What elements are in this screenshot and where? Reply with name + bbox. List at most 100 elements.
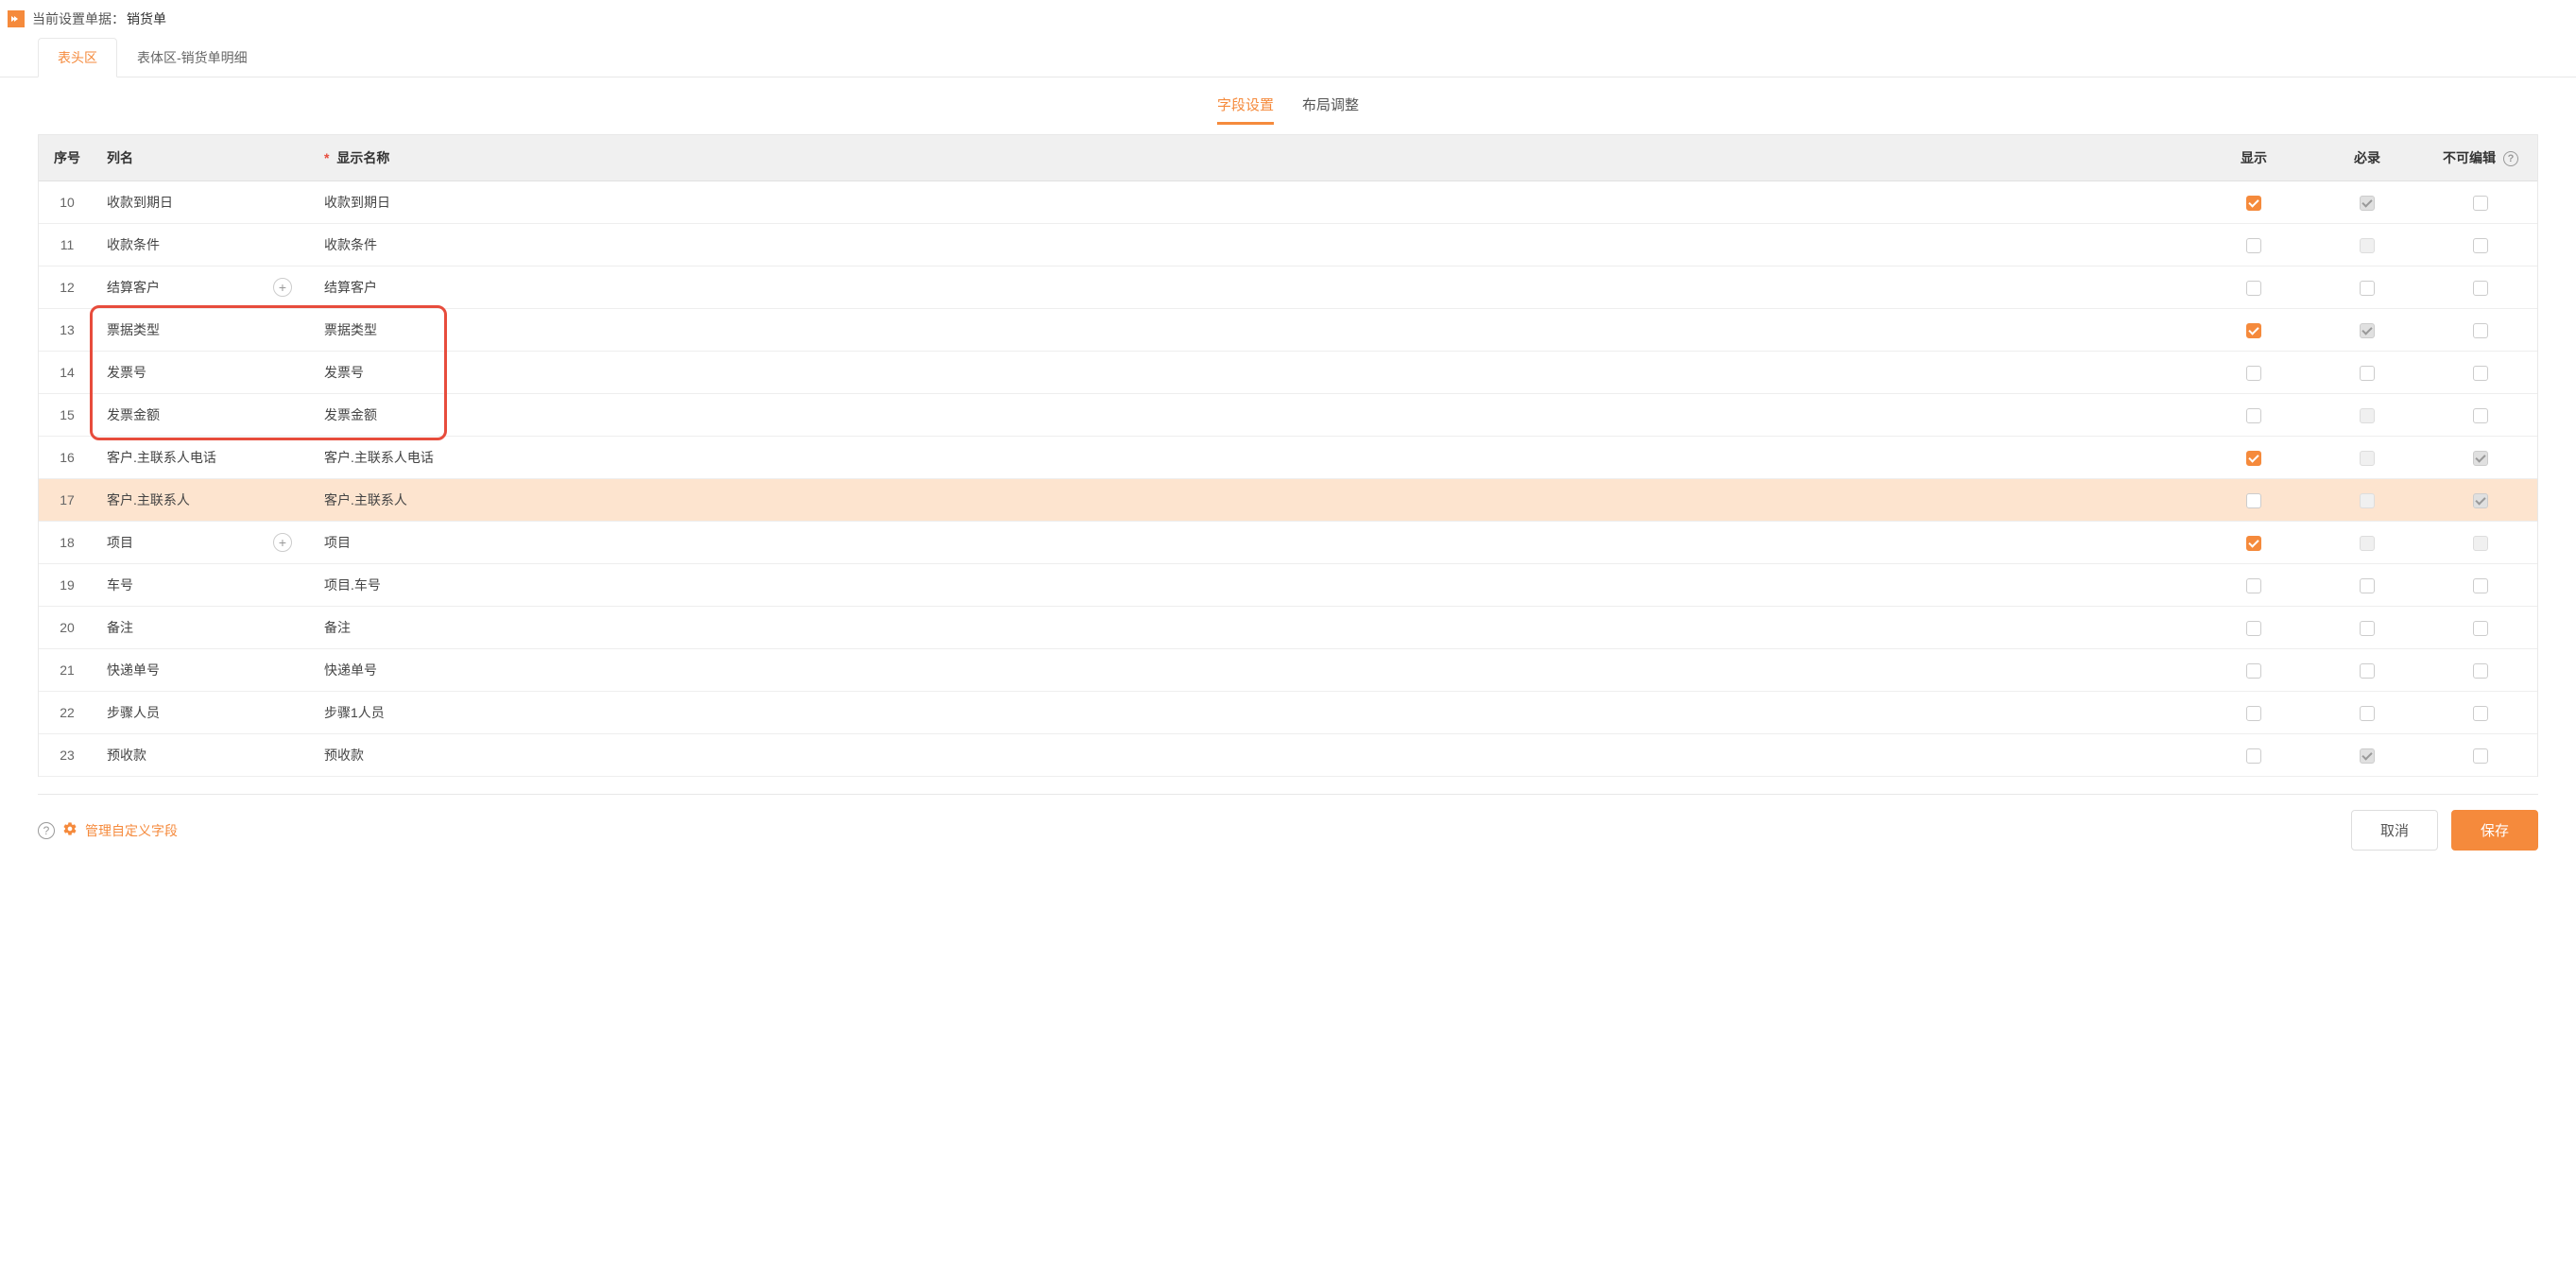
table-wrapper: 序号 列名 * 显示名称 显示 必录 不可编辑 ? 10	[0, 134, 2576, 777]
readonly-cell	[2424, 479, 2537, 522]
show-checkbox[interactable]	[2246, 366, 2261, 381]
readonly-checkbox[interactable]	[2473, 238, 2488, 253]
help-icon[interactable]: ?	[2503, 151, 2518, 166]
sub-tab-0[interactable]: 字段设置	[1217, 95, 1274, 125]
row-name-text: 收款条件	[107, 235, 160, 254]
save-button[interactable]: 保存	[2451, 810, 2538, 851]
show-checkbox[interactable]	[2246, 323, 2261, 338]
required-cell	[2310, 479, 2424, 522]
table-row: 17客户.主联系人客户.主联系人	[39, 479, 2537, 522]
show-checkbox[interactable]	[2246, 238, 2261, 253]
required-cell	[2310, 266, 2424, 309]
row-display-name[interactable]: 发票号	[313, 352, 2197, 394]
readonly-cell	[2424, 564, 2537, 607]
show-checkbox[interactable]	[2246, 706, 2261, 721]
row-display-name[interactable]: 预收款	[313, 734, 2197, 777]
plus-icon[interactable]: +	[273, 278, 292, 297]
row-display-name[interactable]: 结算客户	[313, 266, 2197, 309]
manage-custom-fields-link[interactable]: 管理自定义字段	[85, 821, 178, 840]
show-cell	[2197, 309, 2310, 352]
readonly-checkbox[interactable]	[2473, 621, 2488, 636]
required-checkbox[interactable]	[2360, 281, 2375, 296]
required-checkbox[interactable]	[2360, 621, 2375, 636]
show-cell	[2197, 479, 2310, 522]
row-display-name[interactable]: 步骤1人员	[313, 692, 2197, 734]
row-seq: 19	[39, 564, 95, 607]
row-display-name[interactable]: 客户.主联系人电话	[313, 437, 2197, 479]
readonly-cell	[2424, 352, 2537, 394]
row-col-name: 快递单号	[95, 649, 313, 692]
row-seq: 16	[39, 437, 95, 479]
readonly-checkbox[interactable]	[2473, 196, 2488, 211]
required-cell	[2310, 309, 2424, 352]
readonly-checkbox[interactable]	[2473, 366, 2488, 381]
header-bar: 当前设置单据： 销货单	[0, 0, 2576, 38]
readonly-cell	[2424, 181, 2537, 224]
row-display-name[interactable]: 收款到期日	[313, 181, 2197, 224]
readonly-cell	[2424, 394, 2537, 437]
show-checkbox[interactable]	[2246, 663, 2261, 679]
row-name-text: 发票金额	[107, 405, 160, 424]
required-checkbox[interactable]	[2360, 706, 2375, 721]
sub-tabs: 字段设置布局调整	[0, 77, 2576, 125]
show-checkbox[interactable]	[2246, 578, 2261, 593]
readonly-checkbox[interactable]	[2473, 706, 2488, 721]
row-name-text: 收款到期日	[107, 193, 173, 212]
col-readonly-header: 不可编辑 ?	[2424, 135, 2537, 181]
required-checkbox	[2360, 493, 2375, 508]
row-display-name[interactable]: 发票金额	[313, 394, 2197, 437]
show-checkbox[interactable]	[2246, 451, 2261, 466]
row-col-name: 步骤人员	[95, 692, 313, 734]
required-cell	[2310, 181, 2424, 224]
table-container: 序号 列名 * 显示名称 显示 必录 不可编辑 ? 10	[38, 134, 2538, 777]
show-cell	[2197, 352, 2310, 394]
row-display-name[interactable]: 收款条件	[313, 224, 2197, 266]
readonly-checkbox[interactable]	[2473, 281, 2488, 296]
show-checkbox[interactable]	[2246, 748, 2261, 764]
readonly-cell	[2424, 437, 2537, 479]
cancel-button[interactable]: 取消	[2351, 810, 2438, 851]
row-display-name[interactable]: 备注	[313, 607, 2197, 649]
show-checkbox[interactable]	[2246, 536, 2261, 551]
field-table: 序号 列名 * 显示名称 显示 必录 不可编辑 ? 10	[39, 135, 2537, 777]
col-seq-header: 序号	[39, 135, 95, 181]
required-checkbox	[2360, 536, 2375, 551]
footer-help-icon[interactable]: ?	[38, 822, 55, 839]
required-checkbox[interactable]	[2360, 578, 2375, 593]
show-checkbox[interactable]	[2246, 196, 2261, 211]
expand-icon[interactable]	[8, 10, 25, 27]
row-seq: 14	[39, 352, 95, 394]
row-display-name[interactable]: 票据类型	[313, 309, 2197, 352]
required-checkbox	[2360, 748, 2375, 764]
row-seq: 17	[39, 479, 95, 522]
show-checkbox[interactable]	[2246, 493, 2261, 508]
readonly-checkbox[interactable]	[2473, 408, 2488, 423]
show-cell	[2197, 522, 2310, 564]
plus-icon[interactable]: +	[273, 533, 292, 552]
footer-right: 取消 保存	[2351, 810, 2538, 851]
required-checkbox	[2360, 451, 2375, 466]
readonly-checkbox[interactable]	[2473, 663, 2488, 679]
row-display-name[interactable]: 快递单号	[313, 649, 2197, 692]
show-cell	[2197, 181, 2310, 224]
sub-tab-1[interactable]: 布局调整	[1302, 95, 1359, 125]
required-checkbox[interactable]	[2360, 366, 2375, 381]
row-display-name[interactable]: 项目	[313, 522, 2197, 564]
table-row: 15发票金额发票金额	[39, 394, 2537, 437]
row-display-name[interactable]: 项目.车号	[313, 564, 2197, 607]
required-cell	[2310, 352, 2424, 394]
required-checkbox	[2360, 323, 2375, 338]
show-checkbox[interactable]	[2246, 281, 2261, 296]
show-checkbox[interactable]	[2246, 621, 2261, 636]
required-checkbox[interactable]	[2360, 663, 2375, 679]
readonly-checkbox[interactable]	[2473, 578, 2488, 593]
required-cell	[2310, 564, 2424, 607]
show-cell	[2197, 649, 2310, 692]
row-display-name[interactable]: 客户.主联系人	[313, 479, 2197, 522]
main-tab-0[interactable]: 表头区	[38, 38, 117, 77]
readonly-checkbox[interactable]	[2473, 748, 2488, 764]
main-tab-1[interactable]: 表体区-销货单明细	[117, 38, 267, 77]
row-seq: 11	[39, 224, 95, 266]
readonly-checkbox[interactable]	[2473, 323, 2488, 338]
show-checkbox[interactable]	[2246, 408, 2261, 423]
